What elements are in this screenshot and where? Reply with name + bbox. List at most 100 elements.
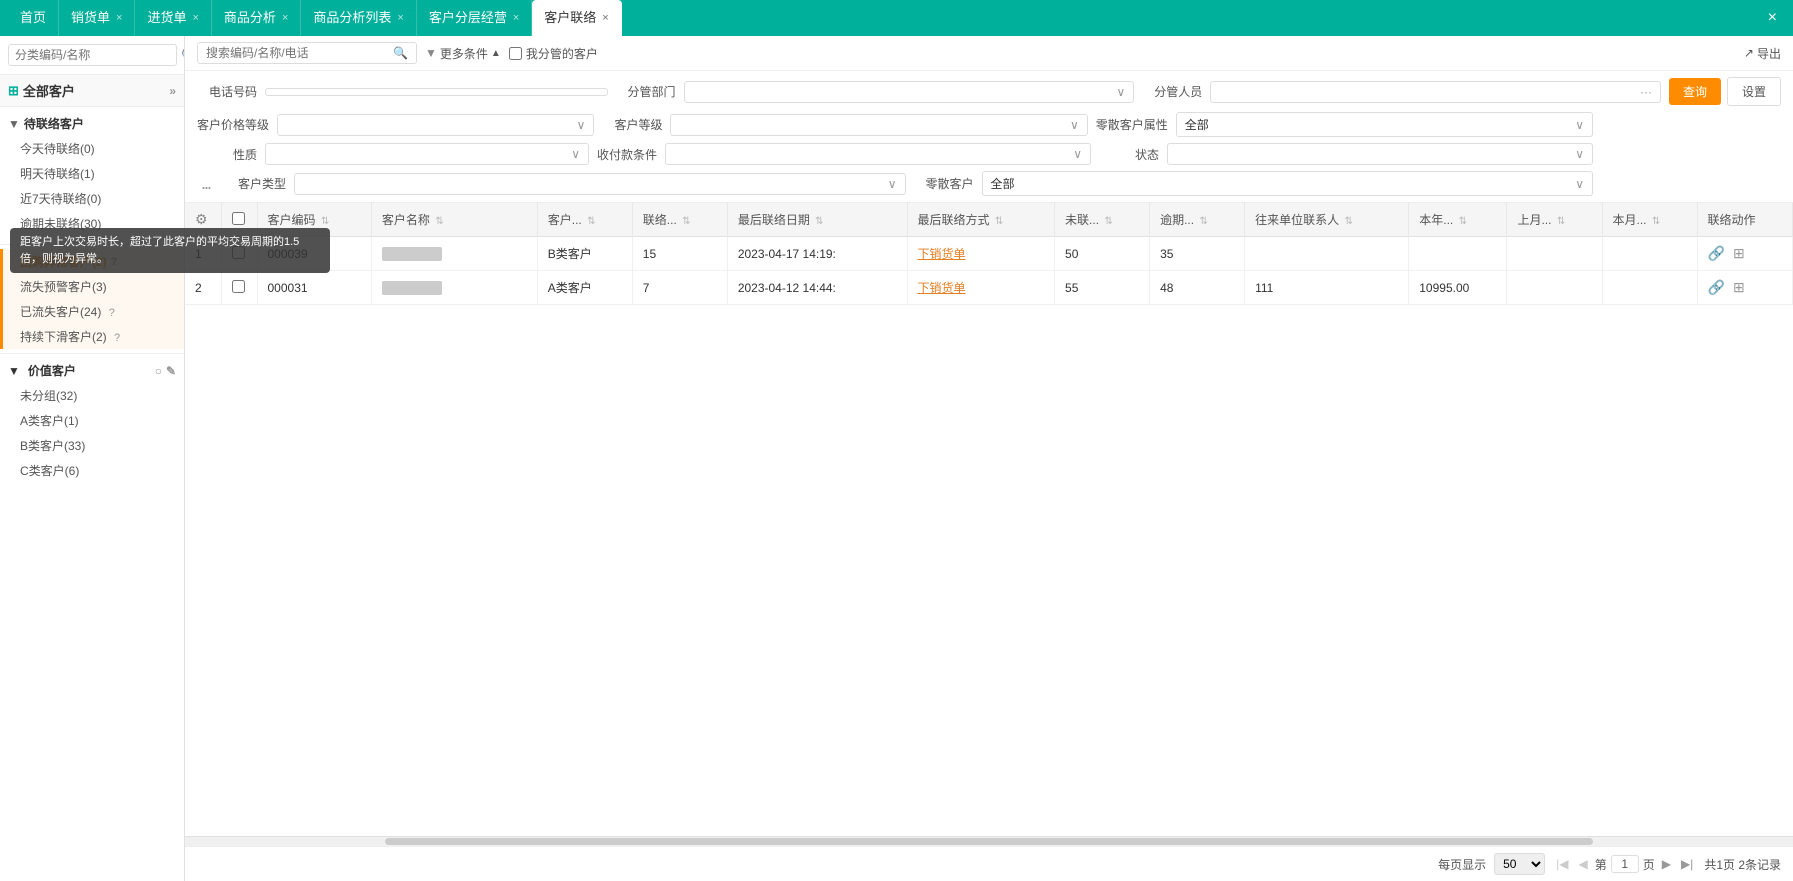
person-field[interactable]: ··· <box>1210 81 1661 103</box>
current-page-input[interactable]: 1 <box>1611 855 1639 873</box>
close-all-tabs[interactable]: × <box>1760 9 1785 27</box>
value-customers-settings-icon[interactable]: ✎ <box>166 364 176 378</box>
page-label: 第 <box>1595 856 1607 873</box>
status-field[interactable]: ∨ <box>1167 143 1593 165</box>
next-page-btn[interactable]: ▶ <box>1659 857 1674 871</box>
export-btn[interactable]: ↗ 导出 <box>1744 45 1781 62</box>
sidebar-item-churned[interactable]: 已流失客户(24) ? <box>0 299 184 324</box>
my-customers-checkbox: 我分管的客户 <box>509 45 598 62</box>
tab-sales-order[interactable]: 销货单 × <box>59 0 135 36</box>
sort-overdue[interactable]: ⇅ <box>1199 216 1207 227</box>
gender-field[interactable]: ∨ <box>265 143 589 165</box>
main-search-icon[interactable]: 🔍 <box>393 46 408 60</box>
sort-code[interactable]: ⇅ <box>321 216 329 227</box>
sidebar-item-churn-warning[interactable]: 流失预警客户(3) <box>0 274 184 299</box>
sort-last-month[interactable]: ⇅ <box>1557 216 1565 227</box>
row1-index: 1 <box>185 237 221 271</box>
sidebar-item-b-class[interactable]: B类客户(33) <box>0 433 184 458</box>
help-icon-repurchase[interactable]: ? <box>111 256 118 268</box>
tab-customer-contact[interactable]: 客户联络 × <box>532 0 621 36</box>
setting-btn[interactable]: 设置 <box>1727 77 1781 106</box>
th-gear[interactable]: ⚙ <box>185 203 221 237</box>
row1-method[interactable]: 下销货单 <box>907 237 1055 271</box>
row2-index: 2 <box>185 271 221 305</box>
help-icon-declining[interactable]: ? <box>114 332 120 344</box>
close-tab-product-analysis[interactable]: × <box>282 0 288 36</box>
sort-this-month[interactable]: ⇅ <box>1652 216 1660 227</box>
sort-method[interactable]: ⇅ <box>995 216 1003 227</box>
row2-action-btns: 🔗 ⊞ <box>1708 279 1782 296</box>
more-dots[interactable]: ... <box>201 173 210 194</box>
active-group-container: 回购异常客户(2) ? 流失预警客户(3) 已流失客户(24) ? 持续下滑客户… <box>0 249 184 349</box>
sidebar-item-a-class[interactable]: A类客户(1) <box>0 408 184 433</box>
sidebar-item-repurchase-abnormal[interactable]: 回购异常客户(2) ? <box>0 249 184 274</box>
sort-contact-count[interactable]: ⇅ <box>682 216 690 227</box>
section-title-pending[interactable]: ▼ 待联络客户 <box>0 111 184 136</box>
row1-type: B类客户 <box>537 237 632 271</box>
row2-method[interactable]: 下销货单 <box>907 271 1055 305</box>
value-customers-edit-icon[interactable]: ○ <box>155 364 162 378</box>
prev-page-btn[interactable]: ◀ <box>1575 857 1590 871</box>
sort-name[interactable]: ⇅ <box>435 216 443 227</box>
row2-more-icon[interactable]: ⊞ <box>1733 279 1745 296</box>
sidebar-divider-1 <box>0 244 184 245</box>
last-page-btn[interactable]: ▶| <box>1678 857 1696 871</box>
more-filter-btn[interactable]: ▼ 更多条件 ▲ <box>425 45 501 62</box>
sidebar-item-c-class[interactable]: C类客户(6) <box>0 458 184 483</box>
sidebar-item-today[interactable]: 今天待联络(0) <box>0 136 184 161</box>
tab-product-analysis[interactable]: 商品分析 × <box>212 0 301 36</box>
dept-field[interactable]: ∨ <box>684 81 1135 103</box>
row2-check[interactable] <box>232 280 245 293</box>
price-grade-field[interactable]: ∨ <box>277 114 594 136</box>
phone-field[interactable] <box>265 88 608 96</box>
per-page-select[interactable]: 10 20 50 100 <box>1494 853 1545 875</box>
customer-type-field[interactable]: ∨ <box>294 173 906 195</box>
grade-field[interactable]: ∨ <box>670 114 1087 136</box>
query-btn[interactable]: 查询 <box>1669 78 1721 105</box>
row1-check[interactable] <box>232 246 245 259</box>
tab-product-analysis-list[interactable]: 商品分析列表 × <box>301 0 416 36</box>
sidebar-all-customers[interactable]: ⊞ 全部客户 » <box>0 75 184 107</box>
sort-type[interactable]: ⇅ <box>587 216 595 227</box>
main-search-input[interactable] <box>206 46 389 60</box>
close-tab-purchase[interactable]: × <box>192 0 198 36</box>
pay-term-field[interactable]: ∨ <box>665 143 1091 165</box>
retail-attr-arrow: ∨ <box>1575 118 1584 132</box>
row1-more-icon[interactable]: ⊞ <box>1733 245 1745 262</box>
sidebar-search-input[interactable] <box>8 44 177 66</box>
help-icon-churned[interactable]: ? <box>109 307 115 319</box>
sidebar-item-7days[interactable]: 近7天待联络(0) <box>0 186 184 211</box>
retail-attr-field[interactable]: 全部 ∨ <box>1176 112 1593 137</box>
value-customers-icons: ○ ✎ <box>155 364 176 378</box>
customer-type-arrow: ∨ <box>888 177 897 191</box>
close-tab-customer-contact[interactable]: × <box>602 0 608 36</box>
first-page-btn[interactable]: |◀ <box>1553 857 1571 871</box>
close-tab-sales[interactable]: × <box>116 0 122 36</box>
row2-last-month <box>1507 271 1602 305</box>
sort-last-date[interactable]: ⇅ <box>815 216 823 227</box>
select-all-checkbox[interactable] <box>232 212 245 225</box>
sort-this-year[interactable]: ⇅ <box>1459 216 1467 227</box>
sidebar-item-overdue[interactable]: 逾期未联络(30) <box>0 211 184 236</box>
sidebar-item-declining[interactable]: 持续下滑客户(2) ? <box>0 324 184 349</box>
sidebar-item-tomorrow[interactable]: 明天待联络(1) <box>0 161 184 186</box>
gear-icon[interactable]: ⚙ <box>195 211 208 227</box>
filter-btn-group: 查询 设置 <box>1669 77 1781 106</box>
grid-icon: ⊞ <box>8 83 19 99</box>
row2-link-icon[interactable]: 🔗 <box>1708 279 1725 296</box>
sort-uncontacted[interactable]: ⇅ <box>1104 216 1112 227</box>
tab-customer-tier[interactable]: 客户分层经营 × <box>417 0 532 36</box>
row1-link-icon[interactable]: 🔗 <box>1708 245 1725 262</box>
sort-contacts[interactable]: ⇅ <box>1344 216 1352 227</box>
scrollbar-thumb[interactable] <box>385 838 1593 845</box>
close-tab-product-list[interactable]: × <box>397 0 403 36</box>
retail-customer-field[interactable]: 全部 ∨ <box>982 171 1594 196</box>
collapse-sidebar-icon[interactable]: » <box>169 84 176 98</box>
tab-home[interactable]: 首页 <box>8 0 59 36</box>
close-tab-customer-tier[interactable]: × <box>513 0 519 36</box>
tab-purchase-order[interactable]: 进货单 × <box>135 0 211 36</box>
row2-actions: 🔗 ⊞ <box>1697 271 1792 305</box>
sidebar-item-ungroup[interactable]: 未分组(32) <box>0 383 184 408</box>
horizontal-scrollbar[interactable] <box>185 836 1793 846</box>
my-customers-check[interactable] <box>509 47 522 60</box>
